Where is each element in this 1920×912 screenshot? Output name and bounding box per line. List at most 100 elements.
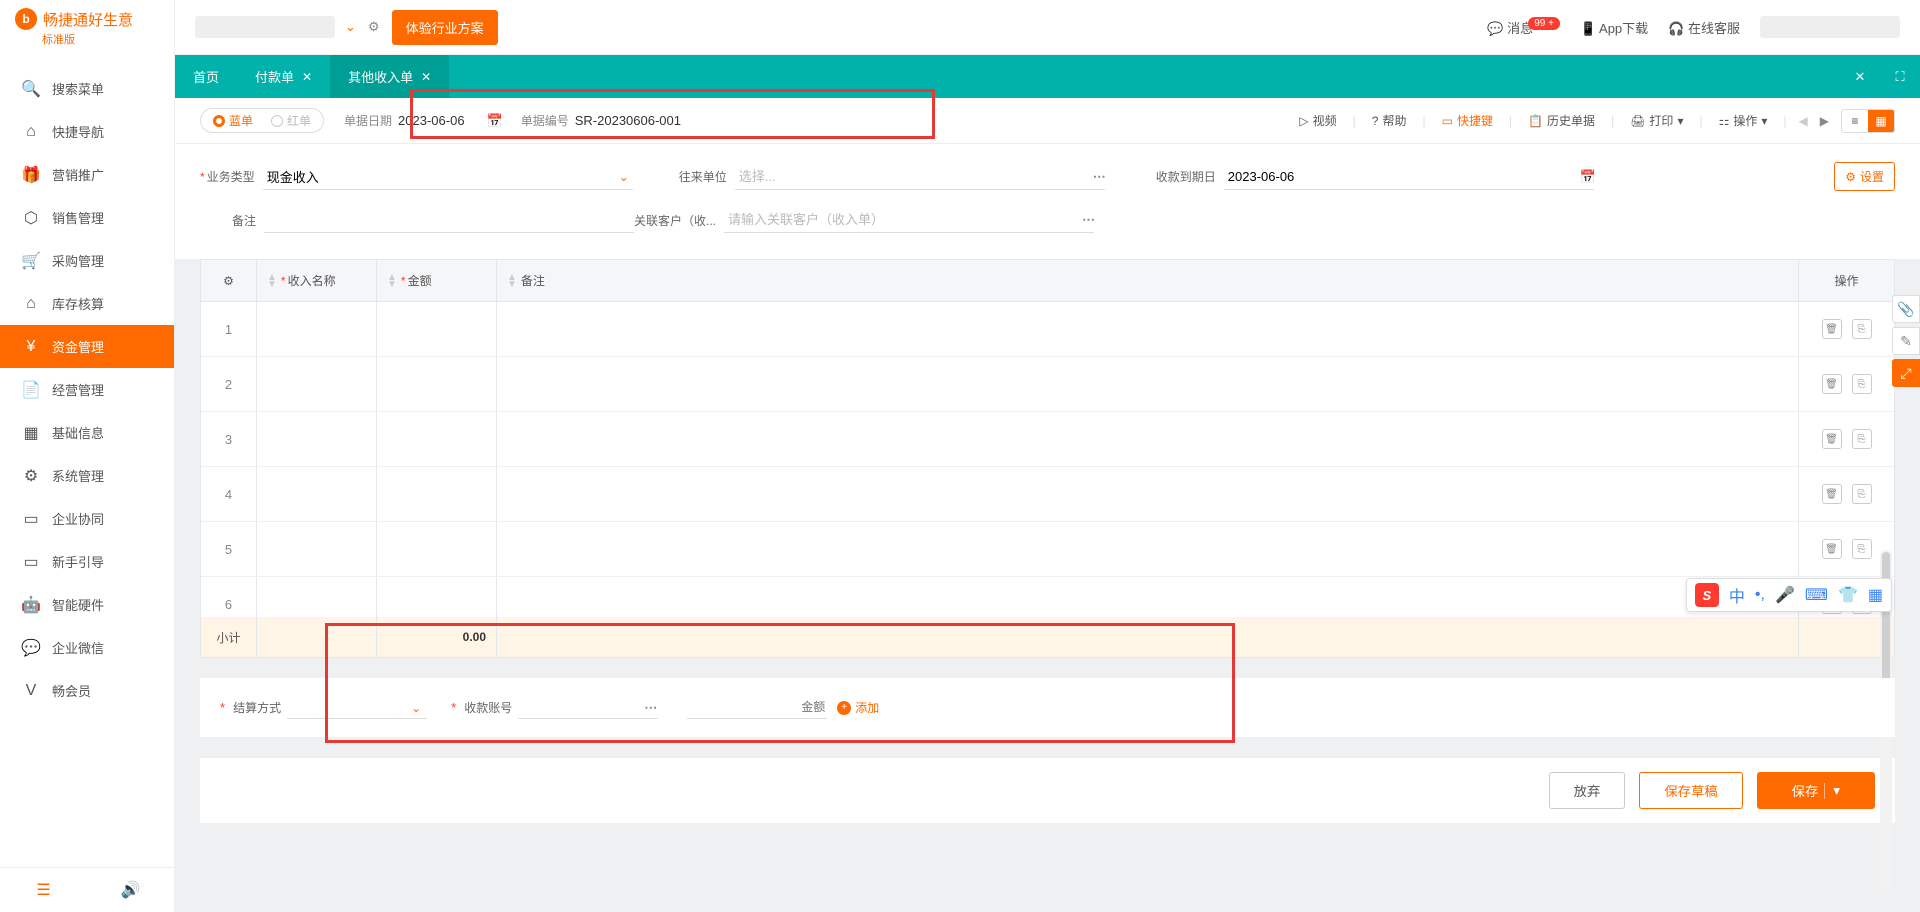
due-date-field[interactable]: 收款到期日 📅 — [1156, 162, 1596, 191]
ime-toolbox-icon[interactable]: ▦ — [1868, 585, 1883, 605]
table-row[interactable]: 4🗑⎘ — [201, 467, 1894, 522]
prev-icon[interactable]: ◀ — [1799, 114, 1808, 128]
table-row[interactable]: 3🗑⎘ — [201, 412, 1894, 467]
edit-icon[interactable]: ✎ — [1892, 327, 1920, 355]
messages-link[interactable]: 💬 消息99 + — [1487, 18, 1560, 37]
nav-icon: 🔍 — [22, 80, 40, 98]
table-row[interactable]: 5🗑⎘ — [201, 522, 1894, 577]
save-draft-button[interactable]: 保存草稿 — [1639, 772, 1742, 809]
sidebar-sound-icon[interactable]: 🔊 — [87, 880, 174, 900]
sidebar-menu-icon[interactable]: ☰ — [0, 880, 87, 900]
due-date-input[interactable] — [1224, 164, 1594, 190]
settle-amount-input[interactable] — [687, 696, 827, 719]
link-customer-input[interactable] — [724, 207, 1094, 233]
history-button[interactable]: 📋 历史单据 — [1524, 110, 1599, 131]
remark-input[interactable] — [264, 207, 634, 233]
sidebar-item-3[interactable]: ⬡销售管理 — [0, 196, 174, 239]
link-customer-field[interactable]: 关联客户（收... ⋯ — [634, 207, 1095, 233]
blue-order-radio[interactable]: 蓝单 — [213, 112, 253, 129]
copy-row-icon[interactable]: ⎘ — [1852, 319, 1872, 339]
biz-type-input[interactable] — [263, 164, 633, 190]
sidebar-item-10[interactable]: ▭企业协同 — [0, 497, 174, 540]
table-row[interactable]: 1🗑⎘ — [201, 302, 1894, 357]
ime-lang[interactable]: 中 — [1729, 583, 1745, 607]
more-icon[interactable]: ⋯ — [1093, 169, 1106, 185]
user-placeholder[interactable] — [1760, 16, 1900, 38]
app-download-link[interactable]: 📱 App下载 — [1580, 18, 1648, 37]
sidebar-item-8[interactable]: ▦基础信息 — [0, 411, 174, 454]
calendar-icon[interactable]: 📅 — [487, 113, 503, 129]
doc-date-value[interactable]: 2023-06-06 — [398, 113, 465, 128]
copy-row-icon[interactable]: ⎘ — [1852, 429, 1872, 449]
sidebar-item-1[interactable]: ⌂快捷导航 — [0, 110, 174, 153]
ime-toolbar[interactable]: S 中 •, 🎤 ⌨ 👕 ▦ — [1686, 578, 1892, 612]
org-selector[interactable]: ⌄ — [195, 16, 356, 38]
biz-type-field[interactable]: *业务类型 ⌄ — [200, 162, 629, 191]
sidebar-item-11[interactable]: ▭新手引导 — [0, 540, 174, 583]
col-income-name[interactable]: ▲▼*收入名称 — [257, 260, 377, 301]
sidebar-item-2[interactable]: 🎁营销推广 — [0, 153, 174, 196]
experience-button[interactable]: 体验行业方案 — [392, 10, 498, 45]
sidebar-item-14[interactable]: V畅会员 — [0, 669, 174, 712]
ime-mic-icon[interactable]: 🎤 — [1775, 585, 1795, 605]
sidebar-item-5[interactable]: ⌂库存核算 — [0, 282, 174, 325]
settle-method-input[interactable] — [287, 696, 427, 719]
operate-button[interactable]: ⚏ 操作 ▾ — [1715, 110, 1772, 131]
order-type-toggle[interactable]: 蓝单 红单 — [200, 108, 324, 133]
delete-row-icon[interactable]: 🗑 — [1822, 319, 1842, 339]
view-toggle[interactable]: ≡ ▦ — [1841, 109, 1895, 133]
close-icon[interactable]: ✕ — [302, 70, 312, 84]
tab-1[interactable]: 付款单✕ — [237, 55, 330, 98]
tab-expand-icon[interactable]: ⛶ — [1880, 56, 1920, 98]
col-remark[interactable]: ▲▼备注 — [497, 260, 1799, 301]
add-settlement-button[interactable]: +添加 — [837, 699, 879, 716]
video-button[interactable]: ▷ 视频 — [1295, 110, 1340, 131]
sidebar-item-6[interactable]: ¥资金管理 — [0, 325, 174, 368]
more-icon[interactable]: ⋯ — [644, 700, 657, 716]
attachment-icon[interactable]: 📎 — [1892, 295, 1920, 323]
card-view-icon[interactable]: ▦ — [1868, 110, 1894, 132]
ime-skin-icon[interactable]: 👕 — [1838, 585, 1858, 605]
print-button[interactable]: 🖨 打印 ▾ — [1626, 110, 1687, 131]
ime-keyboard-icon[interactable]: ⌨ — [1805, 585, 1828, 605]
party-field[interactable]: 往来单位 ⋯ — [679, 162, 1106, 191]
tab-close-all-icon[interactable]: ✕ — [1840, 56, 1880, 98]
close-icon[interactable]: ✕ — [421, 70, 431, 84]
tab-2[interactable]: 其他收入单✕ — [330, 55, 449, 98]
table-row[interactable]: 6🗑⎘ — [201, 577, 1894, 617]
copy-row-icon[interactable]: ⎘ — [1852, 539, 1872, 559]
red-order-radio[interactable]: 红单 — [271, 112, 311, 129]
list-view-icon[interactable]: ≡ — [1842, 110, 1868, 132]
help-button[interactable]: ? 帮助 — [1368, 110, 1411, 131]
sidebar-item-4[interactable]: 🛒采购管理 — [0, 239, 174, 282]
sidebar-item-12[interactable]: 🤖智能硬件 — [0, 583, 174, 626]
copy-row-icon[interactable]: ⎘ — [1852, 374, 1872, 394]
delete-row-icon[interactable]: 🗑 — [1822, 484, 1842, 504]
customer-service-link[interactable]: 🎧 在线客服 — [1668, 18, 1740, 37]
delete-row-icon[interactable]: 🗑 — [1822, 429, 1842, 449]
sidebar-item-9[interactable]: ⚙系统管理 — [0, 454, 174, 497]
sidebar-item-13[interactable]: 💬企业微信 — [0, 626, 174, 669]
gear-icon[interactable]: ⚙ — [368, 19, 380, 35]
delete-row-icon[interactable]: 🗑 — [1822, 374, 1842, 394]
settings-button[interactable]: ⚙ 设置 — [1834, 162, 1895, 191]
more-icon[interactable]: ⋯ — [1082, 212, 1095, 228]
discard-button[interactable]: 放弃 — [1549, 772, 1626, 809]
expand-tool-icon[interactable]: ⤢ — [1892, 359, 1920, 387]
calendar-icon[interactable]: 📅 — [1580, 169, 1596, 185]
party-input[interactable] — [735, 164, 1105, 190]
save-button[interactable]: 保存 ▾ — [1757, 772, 1875, 809]
shortcut-button[interactable]: ▭ 快捷键 — [1438, 110, 1497, 131]
ime-punct-icon[interactable]: •, — [1755, 586, 1765, 604]
delete-row-icon[interactable]: 🗑 — [1822, 539, 1842, 559]
copy-row-icon[interactable]: ⎘ — [1852, 484, 1872, 504]
tab-0[interactable]: 首页 — [175, 55, 237, 98]
remark-field[interactable]: 备注 — [200, 207, 634, 233]
sidebar-item-0[interactable]: 🔍搜索菜单 — [0, 67, 174, 110]
settle-account-input[interactable] — [518, 696, 658, 719]
sidebar-item-7[interactable]: 📄经营管理 — [0, 368, 174, 411]
col-amount[interactable]: ▲▼*金额 — [377, 260, 497, 301]
table-row[interactable]: 2🗑⎘ — [201, 357, 1894, 412]
next-icon[interactable]: ▶ — [1820, 114, 1829, 128]
config-header-icon[interactable]: ⚙ — [201, 260, 257, 301]
